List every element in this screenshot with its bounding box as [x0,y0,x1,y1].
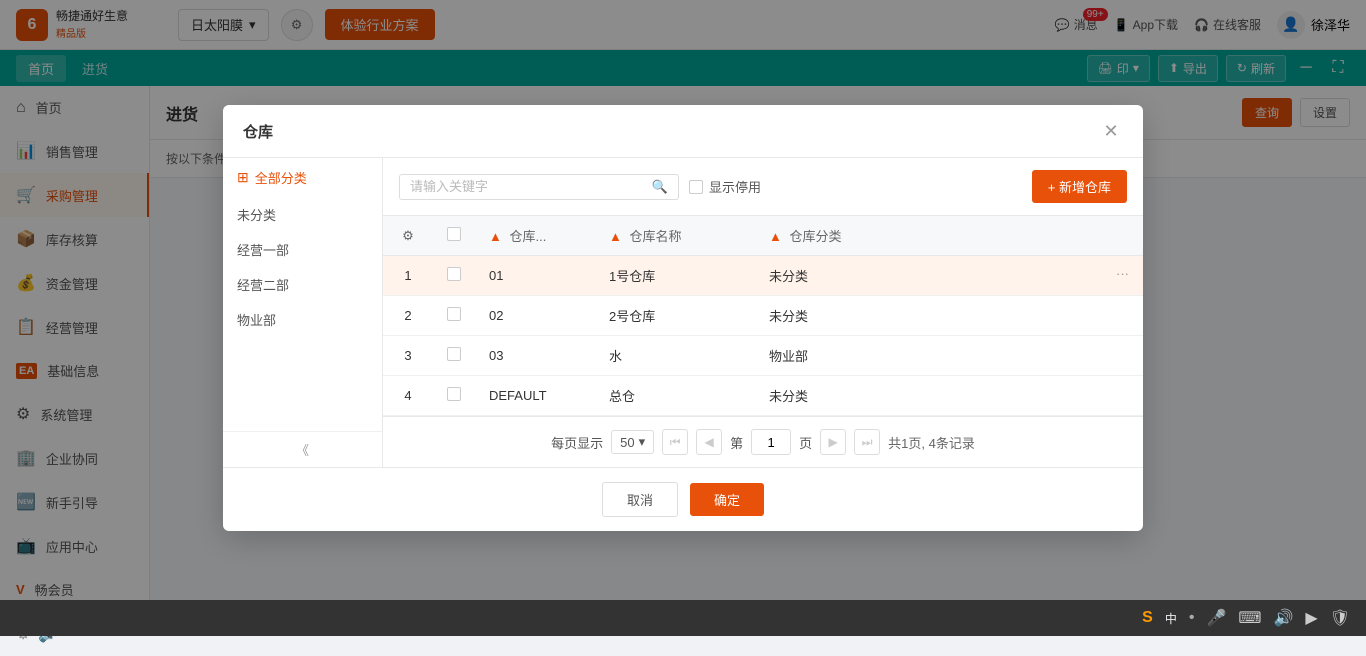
row-select-checkbox[interactable] [447,307,461,321]
row-num: 2 [383,296,433,336]
modal-body: ⊞ 全部分类 未分类 经营一部 经营二部 物业部 《 🔍 [223,158,1143,467]
category-header-label: 全部分类 [255,168,307,187]
row-name: 1号仓库 [595,256,755,296]
page-suffix-label: 页 [799,433,812,452]
page-total-label: 共1页, 4条记录 [888,433,975,452]
sort-name-icon: ▲ [609,229,622,244]
row-actions[interactable]: ··· [1116,266,1129,281]
grid-icon: ⊞ [237,169,249,186]
table-row[interactable]: 2 02 2号仓库 未分类 [383,296,1143,336]
row-checkbox[interactable] [433,296,475,336]
modal-title: 仓库 [243,121,273,142]
page-next-button[interactable]: ▶ [820,429,846,455]
row-category: 未分类 [755,376,1143,416]
settings-col-icon: ⚙ [402,228,414,243]
zh-icon[interactable]: 中 [1165,610,1177,627]
row-category: 物业部 [755,336,1143,376]
page-size-selector[interactable]: 50 ▾ [611,430,654,454]
modal-overlay: 仓库 ✕ ⊞ 全部分类 未分类 经营一部 经营二部 物业部 《 [0,0,1366,636]
show-disabled-text: 显示停用 [709,177,761,196]
page-number-input[interactable] [751,429,791,455]
page-size-label: 每页显示 [551,433,603,452]
page-unit-label: 第 [730,433,743,452]
sort-code-icon: ▲ [489,229,502,244]
row-select-checkbox[interactable] [447,267,461,281]
row-code: 01 [475,256,595,296]
sort-category-icon: ▲ [769,229,782,244]
category-panel: ⊞ 全部分类 未分类 经营一部 经营二部 物业部 《 [223,158,383,467]
category-item-dept1[interactable]: 经营一部 [223,232,382,267]
dot-icon: • [1189,609,1195,627]
row-checkbox[interactable] [433,376,475,416]
row-name: 总仓 [595,376,755,416]
speaker-icon[interactable]: 🔊 [1273,608,1293,628]
row-category: 未分类 ··· [755,256,1143,296]
row-select-checkbox[interactable] [447,347,461,361]
search-input[interactable] [410,179,646,194]
page-size-value: 50 [620,435,634,450]
cancel-button[interactable]: 取消 [602,482,678,517]
s-icon[interactable]: S [1142,609,1153,627]
row-num: 1 [383,256,433,296]
table-row[interactable]: 1 01 1号仓库 未分类 ··· [383,256,1143,296]
category-header[interactable]: ⊞ 全部分类 [223,158,382,197]
row-code: 02 [475,296,595,336]
category-item-dept2[interactable]: 经营二部 [223,267,382,302]
modal-close-button[interactable]: ✕ [1099,119,1123,143]
col-code-header: ▲ 仓库... [475,216,595,256]
show-disabled-label[interactable]: 显示停用 [689,177,761,196]
row-name: 水 [595,336,755,376]
mic-icon[interactable]: 🎤 [1206,608,1226,628]
pagination-bar: 每页显示 50 ▾ ⏮ ◀ 第 页 ▶ ⏭ 共1页, 4条记录 [383,416,1143,467]
confirm-button[interactable]: 确定 [690,483,764,516]
warehouse-toolbar: 🔍 显示停用 + 新增仓库 [383,158,1143,216]
table-header-row: ⚙ ▲ 仓库... ▲ [383,216,1143,256]
warehouse-table: ⚙ ▲ 仓库... ▲ [383,216,1143,416]
modal-footer: 取消 确定 [223,467,1143,531]
row-name: 2号仓库 [595,296,755,336]
table-row[interactable]: 4 DEFAULT 总仓 未分类 [383,376,1143,416]
col-checkbox-header [433,216,475,256]
chevron-down-page-icon: ▾ [639,434,646,450]
collapse-button[interactable]: 《 [223,431,382,467]
table-row[interactable]: 3 03 水 物业部 [383,336,1143,376]
col-name-header: ▲ 仓库名称 [595,216,755,256]
show-disabled-checkbox[interactable] [689,180,703,194]
page-prev-button[interactable]: ◀ [696,429,722,455]
category-item-unclassified[interactable]: 未分类 [223,197,382,232]
row-num: 4 [383,376,433,416]
row-category: 未分类 [755,296,1143,336]
row-checkbox[interactable] [433,336,475,376]
col-settings: ⚙ [383,216,433,256]
modal-header: 仓库 ✕ [223,105,1143,158]
play-icon[interactable]: ▶ [1305,608,1317,628]
row-code: DEFAULT [475,376,595,416]
warehouse-data-table: ⚙ ▲ 仓库... ▲ [383,216,1143,416]
add-warehouse-button[interactable]: + 新增仓库 [1032,170,1127,203]
keyboard-icon[interactable]: ⌨ [1238,608,1261,628]
page-last-button[interactable]: ⏭ [854,429,880,455]
category-item-property[interactable]: 物业部 [223,302,382,337]
shield-icon[interactable]: 🛡 [1330,608,1350,628]
search-input-wrap: 🔍 [399,174,679,200]
select-all-checkbox[interactable] [447,227,461,241]
row-num: 3 [383,336,433,376]
row-checkbox[interactable] [433,256,475,296]
row-code: 03 [475,336,595,376]
bottom-bar: S 中 • 🎤 ⌨ 🔊 ▶ 🛡 [0,600,1366,636]
page-first-button[interactable]: ⏮ [662,429,688,455]
row-select-checkbox[interactable] [447,387,461,401]
col-category-header: ▲ 仓库分类 [755,216,1143,256]
search-icon[interactable]: 🔍 [652,179,668,195]
warehouse-panel: 🔍 显示停用 + 新增仓库 ⚙ [383,158,1143,467]
warehouse-modal: 仓库 ✕ ⊞ 全部分类 未分类 经营一部 经营二部 物业部 《 [223,105,1143,531]
